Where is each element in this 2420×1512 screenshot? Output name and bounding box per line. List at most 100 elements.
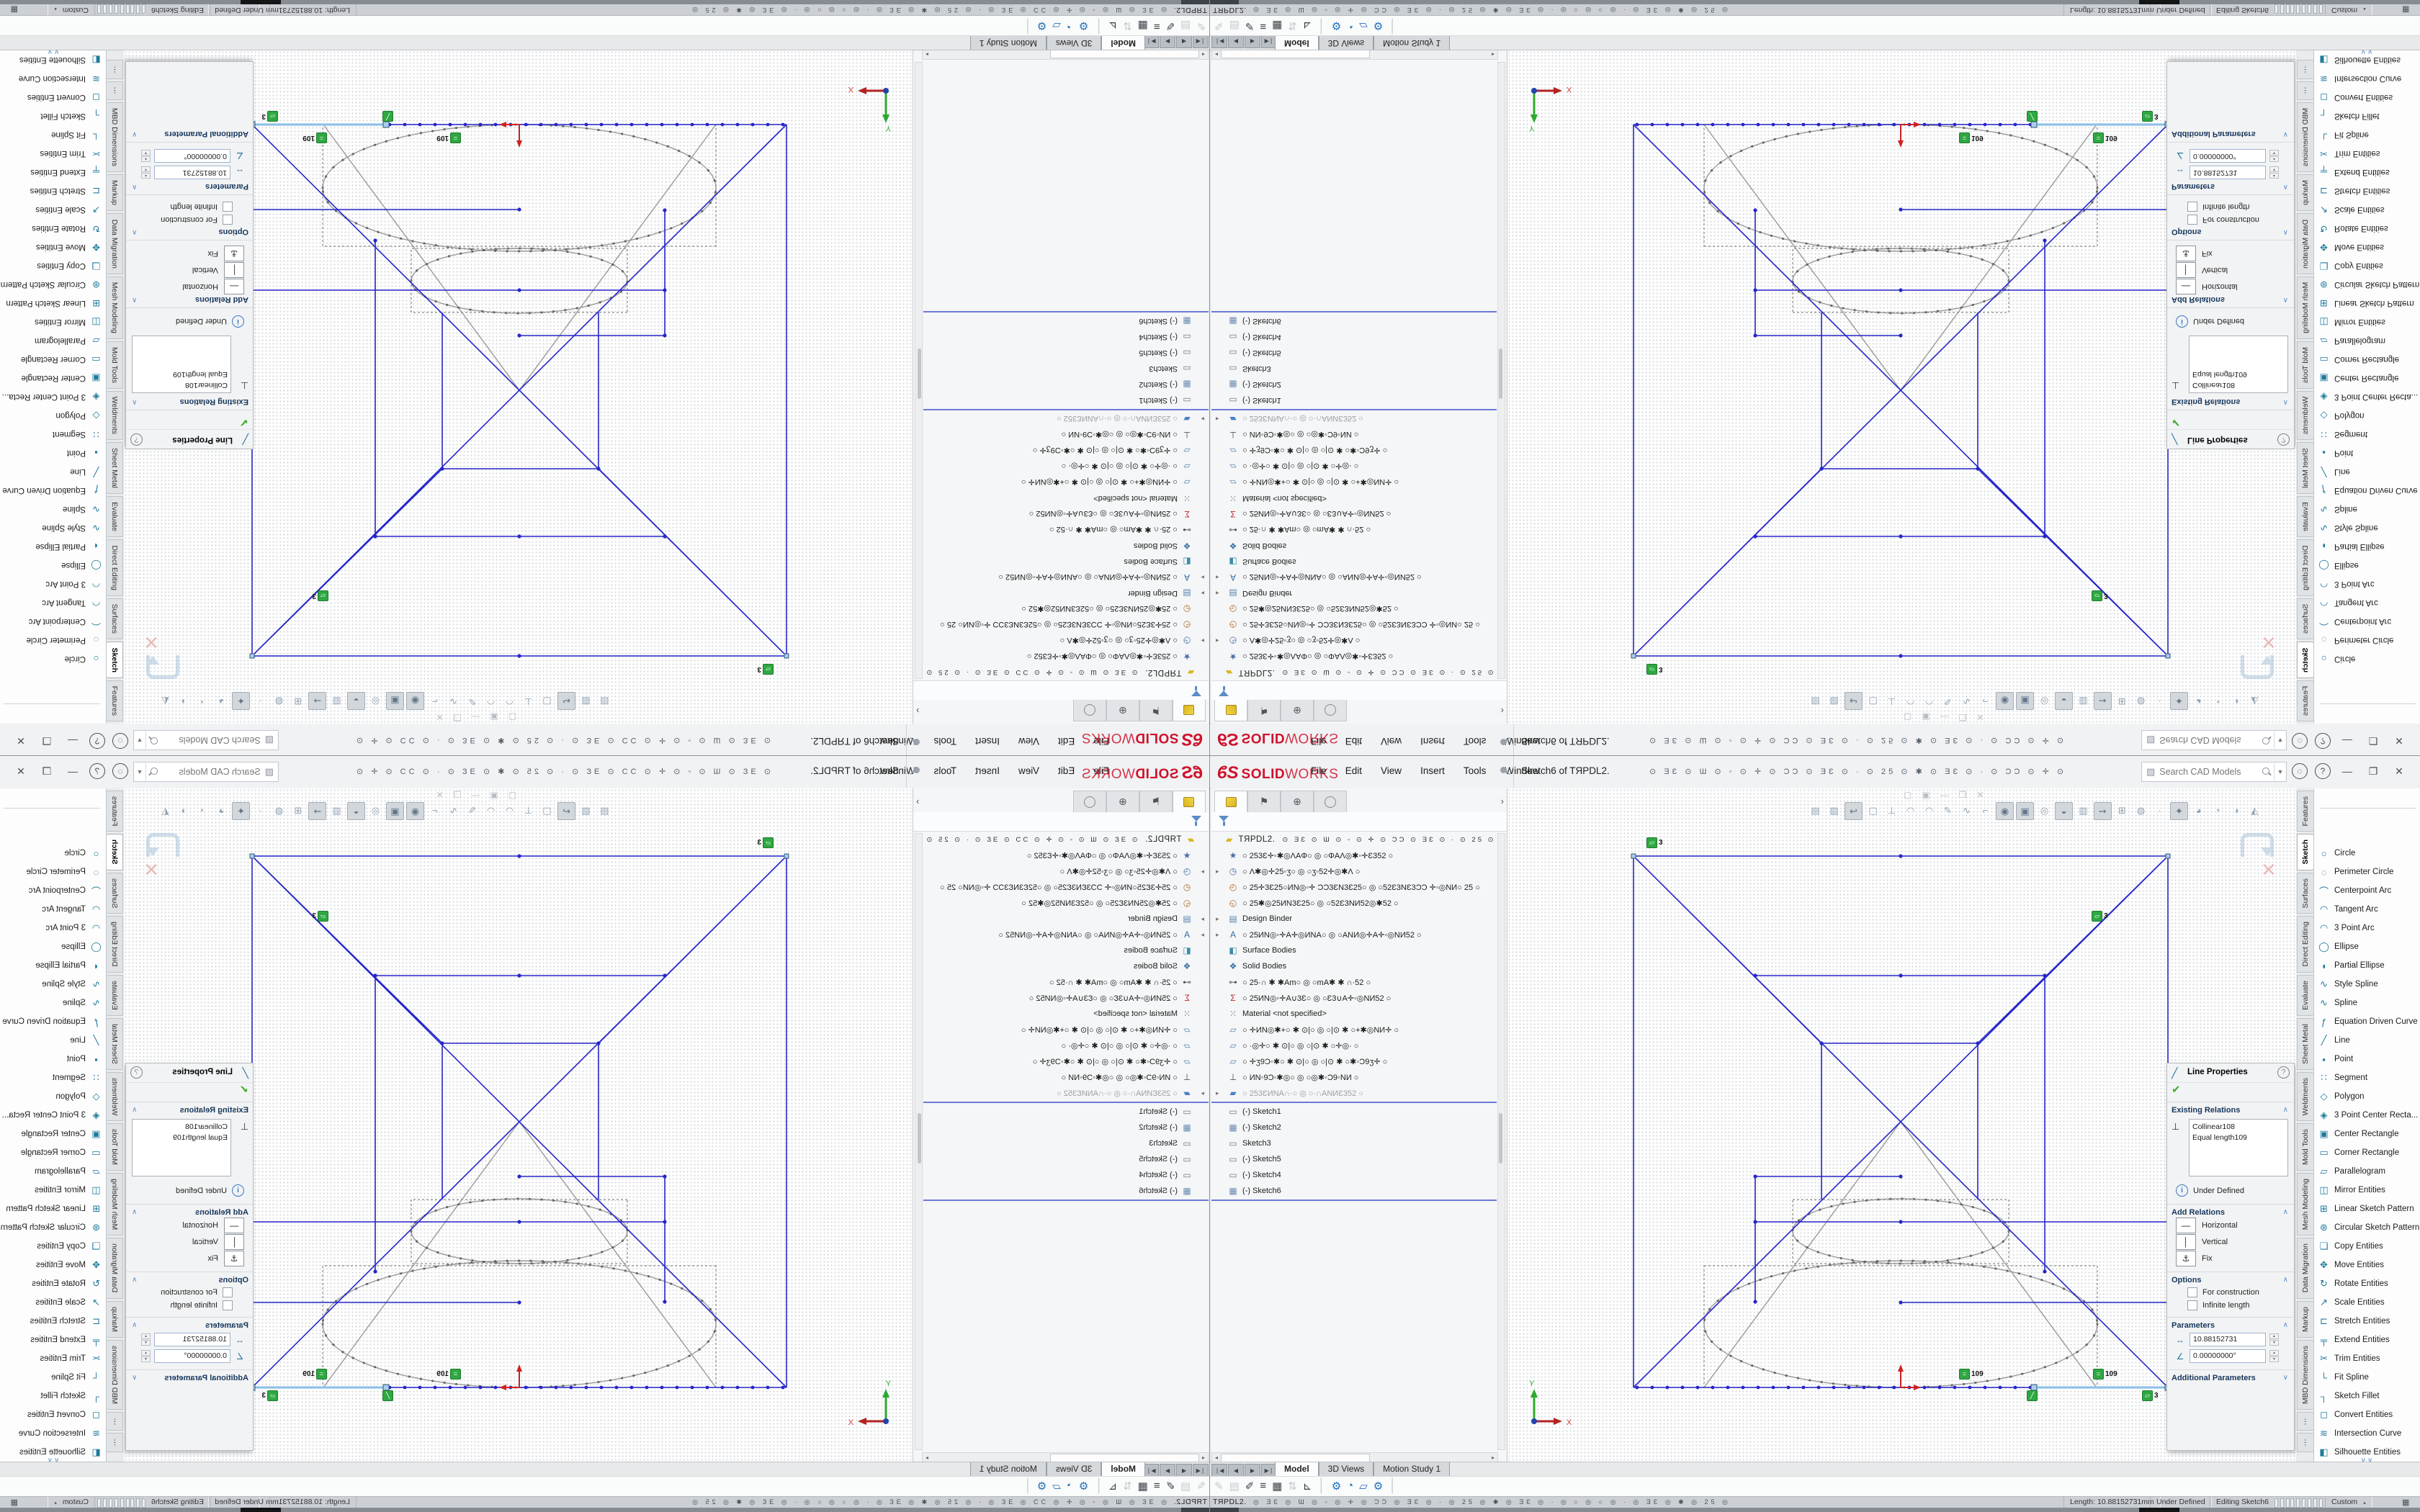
command-tab[interactable]: Mold Tools [106, 341, 123, 389]
search-icon[interactable] [2262, 736, 2271, 744]
tree-row[interactable]: ▸ ▱ ○ ·◎✛○ ✱ ⊙|○ ◎ ○|⊙ ✱ ○✛◎· ○ [923, 459, 1209, 474]
tool-item[interactable]: ▣ Center Rectangle [0, 1125, 106, 1143]
tool-item[interactable]: ✂ Trim Entities [0, 1349, 106, 1368]
command-tab[interactable]: Evaluate [2297, 496, 2314, 537]
tree-vertical-scrollbar[interactable] [915, 62, 923, 679]
tab-nav-button[interactable]: ▶ [1245, 35, 1260, 48]
motion-tool-icon[interactable]: ⇅ [1123, 1480, 1132, 1493]
spinner-buttons[interactable]: ▲▼ [2269, 166, 2279, 179]
tool-item[interactable]: ∷ Segment [2314, 1068, 2420, 1087]
ok-button[interactable]: ✔ [2167, 1083, 2294, 1099]
scroll-right-icon[interactable]: ▸ [923, 51, 931, 58]
graphics-area[interactable]: ▢▣—❐✕ ▤▨↩▢⊥◠◠✎∿⌐◉▣◎◒▥➙⊞◍·✦◕◔◑◭ [1507, 50, 2296, 724]
tree-row[interactable]: ▸ ▦ (-) Sketch2 [1211, 1120, 1497, 1135]
motion-tool-icon[interactable]: │ [1389, 1478, 1397, 1493]
tool-item[interactable]: ∷ Segment [0, 1068, 106, 1087]
tree-row[interactable]: ▸ ▭ Sketch3 [923, 361, 1209, 377]
add-relation-button[interactable]: │ Vertical [2176, 262, 2290, 278]
tool-item[interactable]: ↗ Scale Entities [0, 1293, 106, 1312]
motion-tool-icon[interactable]: ⚙ [1373, 1480, 1383, 1493]
tree-row[interactable]: ▸ ▱ ○ ✛ʒ9Ɔ◦✱○ ✱ ⊙|○ ◎ ○|⊙ ✱ ○✱◦Ɔ9ʒ✛ ○ [923, 1053, 1209, 1069]
search-input[interactable]: ▧ Search CAD Models ▼ [2141, 730, 2287, 750]
tool-item[interactable]: ▪ Point [2314, 444, 2420, 462]
search-icon[interactable] [149, 736, 158, 744]
tool-item[interactable]: ╱ Line [0, 1031, 106, 1050]
tree-row[interactable]: ▸ ▰ TЯPDL2. ⊙ ƎƐ ⊙ Ɯ ⊙ ◦ ⊙ ✛ ⊙ ƆϽ ⊙ ƎƐ ⊙… [1211, 832, 1497, 847]
cancel-sketch-icon[interactable]: ✕ [2261, 859, 2277, 881]
command-tab[interactable]: Sketch [106, 834, 123, 870]
window-control-button[interactable]: ◌ [2292, 733, 2308, 749]
window-control-button[interactable]: ◌ [2292, 763, 2308, 779]
collapse-icon[interactable]: ∧ [2283, 228, 2288, 236]
relation-badge[interactable]: ▱ 3 [261, 1390, 278, 1401]
tool-item[interactable]: ⊞ Linear Sketch Pattern [2314, 1200, 2420, 1218]
tree-row[interactable]: ▸ ▱ ○ ✛ИN◎✱+○ ✱ ⊙|○ ◎ ○|⊙ ✱ ○+✱◎NИ✛ ○ [923, 1022, 1209, 1038]
tree-row[interactable]: ▸ ▦ (-) Sketch2 [923, 377, 1209, 392]
ok-button[interactable]: ✔ [126, 413, 253, 429]
command-tab[interactable]: Sheet Metal [2297, 1018, 2314, 1070]
tree-row[interactable]: ▸ ▭ Sketch3 [923, 1135, 1209, 1151]
tree-row[interactable]: ▸ ▭ (-) Sketch4 [923, 329, 1209, 345]
tree-row[interactable]: ▸ ▭ (-) Sketch4 [1211, 329, 1497, 345]
tool-item[interactable]: ◌ Perimeter Circle [0, 863, 106, 881]
tool-item[interactable]: ∿ Spline [0, 994, 106, 1012]
tool-item[interactable]: ❏ Copy Entities [2314, 256, 2420, 275]
window-control-button[interactable]: ? [89, 733, 105, 749]
relation-entry[interactable]: Equal length109 [2192, 369, 2285, 379]
tool-item[interactable]: └ Fit Spline [2314, 125, 2420, 144]
tool-item[interactable]: ▱ Parallelogram [0, 331, 106, 350]
tool-item[interactable]: └ Fit Spline [0, 1368, 106, 1387]
tree-row[interactable]: ▸ ▭ (-) Sketch5 [923, 1151, 1209, 1167]
checkbox[interactable] [2187, 1300, 2197, 1310]
relations-listbox[interactable]: Collinear108 Equal length109 [132, 336, 231, 393]
relation-button-icon[interactable]: │ [2176, 1234, 2196, 1250]
command-tab[interactable]: Direct Editing [106, 539, 123, 595]
tree-row[interactable]: ▸ ⊥ ○ ИN◦9Ɔ◦✱◎○ ◎ ○◎✱◦Ɔ9◦NИ ○ [1211, 427, 1497, 443]
tool-item[interactable]: ≋ Intersection Curve [2314, 69, 2420, 88]
command-tab[interactable]: ⋯ [106, 1412, 123, 1431]
relation-badge[interactable]: ▱ 3 [2092, 590, 2108, 601]
tab-propertymanager[interactable]: ⚑ [1247, 791, 1281, 813]
tool-item[interactable]: ≋ Intersection Curve [0, 69, 106, 88]
tree-row[interactable]: ▸ ⊥ ○ ИN◦9Ɔ◦✱◎○ ◎ ○◎✱◦Ɔ9◦NИ ○ [923, 427, 1209, 443]
tab-configurationmanager[interactable]: ⊕ [1106, 699, 1139, 721]
collapse-icon[interactable]: ∧ [132, 296, 137, 304]
window-control-button[interactable]: — [2338, 732, 2357, 750]
tree-row[interactable]: ▸ A ○ 25ИN◎◦✛A✛◎ИNA○ ◎ ○ANИ◎✛A✛◦◎NИ52 ○ [1211, 570, 1497, 585]
pin-menu-icon[interactable] [910, 736, 920, 746]
tree-row[interactable]: ▸ ▱ ○ ✛ʒ9Ɔ◦✱○ ✱ ⊙|○ ◎ ○|⊙ ✱ ○✱◦Ɔ9ʒ✛ ○ [1211, 443, 1497, 459]
relations-listbox[interactable]: Collinear108 Equal length109 [132, 1119, 231, 1176]
search-icon[interactable] [149, 768, 158, 776]
tabs-overflow-arrow[interactable]: › [1501, 706, 1504, 716]
command-tab[interactable]: MBD Dimensions [106, 102, 123, 172]
tab-nav-button[interactable]: ❘◀ [1211, 35, 1227, 48]
tab-nav-button[interactable]: ▶❘ [1143, 1464, 1159, 1477]
tool-item[interactable]: ▱ Parallelogram [2314, 331, 2420, 350]
motion-tool-icon[interactable]: ✐ [1245, 20, 1255, 33]
command-tab[interactable]: MBD Dimensions [2297, 102, 2314, 172]
window-control-button[interactable]: ? [89, 763, 105, 779]
command-tab[interactable]: Markup [106, 174, 123, 211]
checkbox[interactable] [223, 1300, 233, 1310]
parameter-input[interactable]: 10.88152731 [2190, 166, 2266, 179]
tool-item[interactable]: ⊛ Circular Sketch Pattern [2314, 1218, 2420, 1237]
motion-tool-icon[interactable]: ⇅ [1288, 1480, 1297, 1493]
tool-item[interactable]: ╱ Line [2314, 1031, 2420, 1050]
motion-tool-icon[interactable]: ⊾ [1303, 20, 1312, 33]
tab-displaymanager[interactable] [1314, 791, 1347, 813]
command-tab[interactable]: Markup [2297, 174, 2314, 211]
tool-item[interactable]: ⌒ Centerpoint Arc [2314, 881, 2420, 900]
menu-item[interactable]: Edit [1345, 736, 1362, 747]
window-control-button[interactable]: ❐ [37, 762, 56, 780]
relation-button-icon[interactable]: │ [2176, 262, 2196, 278]
tool-item[interactable]: ✥ Move Entities [2314, 238, 2420, 256]
tool-item[interactable]: ◌ Perimeter Circle [2314, 863, 2420, 881]
tab-displaymanager[interactable] [1314, 699, 1347, 721]
document-tab[interactable]: Model [1275, 35, 1319, 50]
document-tab[interactable]: 3D Views [1319, 1462, 1373, 1477]
tool-item[interactable]: ◇ Polygon [2314, 1087, 2420, 1106]
relation-button-icon[interactable]: — [224, 279, 244, 294]
tab-featuremanager[interactable] [1173, 791, 1206, 813]
command-tab[interactable]: ⋯ [2297, 1412, 2314, 1431]
motion-tool-icon[interactable]: ▦ [1138, 20, 1148, 33]
